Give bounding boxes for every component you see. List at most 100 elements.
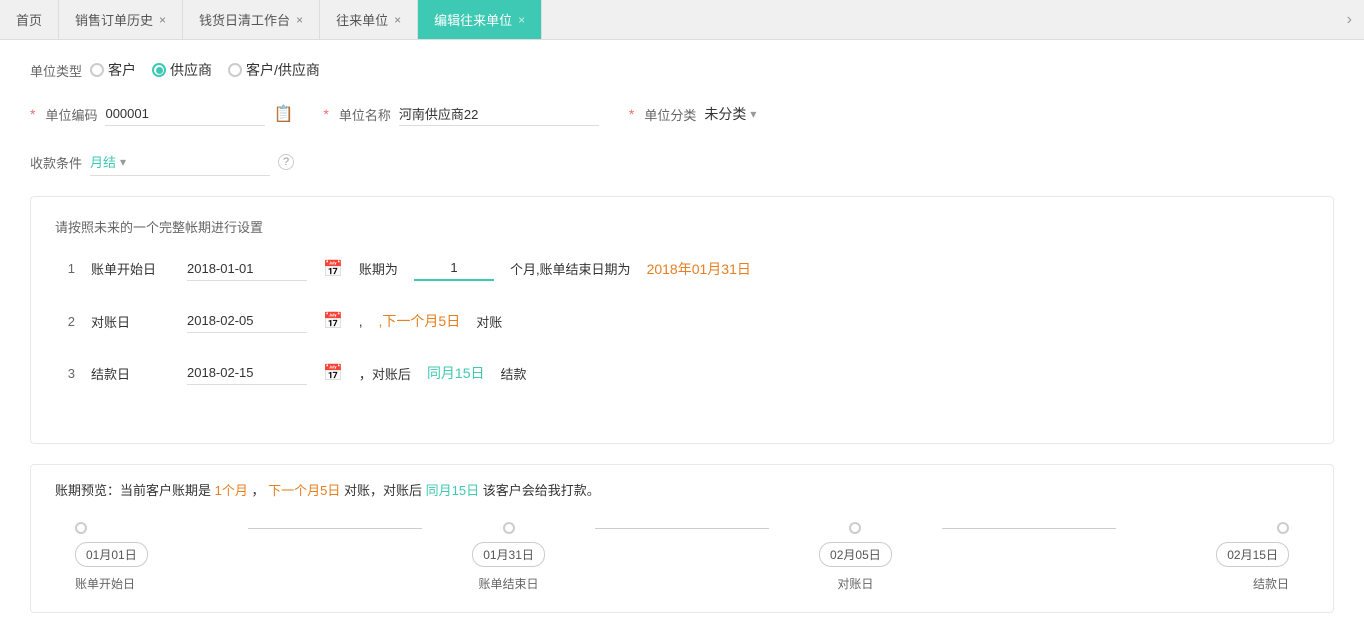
row-1-date-input[interactable] xyxy=(187,257,307,281)
radio-both-label: 客户/供应商 xyxy=(246,60,320,80)
unit-name-group: * 单位名称 xyxy=(323,102,598,126)
close-sales-history-icon[interactable]: × xyxy=(159,13,166,27)
timeline-item-1: 01月01日 账单开始日 xyxy=(75,522,248,592)
radio-supplier-label: 供应商 xyxy=(170,60,212,80)
timeline-dot-2 xyxy=(503,522,515,534)
timeline-dot-3 xyxy=(849,522,861,534)
unit-category-group: * 单位分类 未分类 ▾ xyxy=(629,100,824,128)
unit-category-required: * xyxy=(629,106,634,122)
row-1-suffix2: 个月,账单结束日期为 xyxy=(510,259,631,278)
row-1-number: 1 xyxy=(55,261,75,276)
tab-sales-history-label: 销售订单历史 xyxy=(75,10,153,29)
timeline-item-4: 02月15日 结款日 xyxy=(1116,522,1289,592)
preview-mid1: ， xyxy=(252,483,265,498)
payment-terms-label: 收款条件 xyxy=(30,153,82,172)
row-2-calendar-icon[interactable]: 📅 xyxy=(323,311,343,331)
unit-info-row: * 单位编码 📋 * 单位名称 * 单位分类 未分类 ▾ xyxy=(30,100,1334,128)
tab-bar: 首页 销售订单历史 × 钱货日清工作台 × 往来单位 × 编辑往来单位 × › xyxy=(0,0,1364,40)
payment-terms-help-icon[interactable]: ? xyxy=(278,154,294,170)
row-1-calendar-icon[interactable]: 📅 xyxy=(323,259,343,279)
close-partner-list-icon[interactable]: × xyxy=(394,13,401,27)
unit-type-group: 单位类型 客户 供应商 客户/供应商 xyxy=(30,60,320,80)
timeline: 01月01日 账单开始日 01月31日 账单结束日 02月05日 对账日 xyxy=(55,522,1309,592)
timeline-line-2 xyxy=(595,528,768,529)
timeline-label-2: 账单结束日 xyxy=(479,575,539,592)
timeline-dot-4 xyxy=(1277,522,1289,534)
unit-code-label: 单位编码 xyxy=(45,105,97,124)
row-2-prefix: , xyxy=(359,314,363,329)
unit-type-row: 单位类型 客户 供应商 客户/供应商 xyxy=(30,60,1334,80)
timeline-dot-1 xyxy=(75,522,87,534)
tab-cashflow-label: 钱货日清工作台 xyxy=(199,10,290,29)
row-3-highlight: 同月15日 xyxy=(427,363,485,383)
timeline-item-3: 02月05日 对账日 xyxy=(769,522,942,592)
radio-supplier-circle xyxy=(152,63,166,77)
row-1-highlight: 2018年01月31日 xyxy=(647,259,751,279)
unit-name-required: * xyxy=(323,106,328,122)
row-3-number: 3 xyxy=(55,366,75,381)
row-2-date-input[interactable] xyxy=(187,309,307,333)
row-3-calendar-icon[interactable]: 📅 xyxy=(323,363,343,383)
radio-customer-circle xyxy=(90,63,104,77)
payment-terms-value: 月结 xyxy=(90,152,116,171)
unit-category-select[interactable]: 未分类 ▾ xyxy=(704,100,824,128)
tab-home[interactable]: 首页 xyxy=(0,0,59,39)
row-3-date-input[interactable] xyxy=(187,361,307,385)
unit-name-input[interactable] xyxy=(399,102,599,126)
radio-both[interactable]: 客户/供应商 xyxy=(228,60,320,80)
unit-type-label: 单位类型 xyxy=(30,61,82,80)
unit-code-icon[interactable]: 📋 xyxy=(273,104,293,124)
unit-type-radio-group: 客户 供应商 客户/供应商 xyxy=(90,60,320,80)
preview-text: 账期预览：当前客户账期是 1个月 ， 下一个月5日 对账，对账后 同月15日 该… xyxy=(55,481,1309,502)
row-2-highlight: ,下一个月5日 xyxy=(379,311,461,331)
tab-partner-list[interactable]: 往来单位 × xyxy=(320,0,418,39)
setting-row-3: 3 结款日 📅 ，对账后 同月15日 结款 xyxy=(55,361,1309,385)
unit-category-value: 未分类 xyxy=(704,104,746,124)
payment-terms-group: 收款条件 月结 ▾ ? xyxy=(30,148,294,176)
timeline-line-1 xyxy=(248,528,421,529)
settings-title: 请按照未来的一个完整帐期进行设置 xyxy=(55,217,1309,236)
tab-sales-history[interactable]: 销售订单历史 × xyxy=(59,0,183,39)
row-3-label: 结款日 xyxy=(91,364,171,383)
preview-highlight3: 同月15日 xyxy=(426,483,479,498)
row-2-number: 2 xyxy=(55,314,75,329)
timeline-badge-2: 01月31日 xyxy=(472,542,545,567)
timeline-items: 01月01日 账单开始日 01月31日 账单结束日 02月05日 对账日 xyxy=(75,522,1289,592)
payment-terms-select[interactable]: 月结 ▾ xyxy=(90,148,270,176)
tab-edit-partner[interactable]: 编辑往来单位 × xyxy=(418,0,542,39)
tab-cashflow[interactable]: 钱货日清工作台 × xyxy=(183,0,320,39)
setting-row-1: 1 账单开始日 📅 账期为 个月,账单结束日期为 2018年01月31日 xyxy=(55,256,1309,281)
payment-terms-arrow: ▾ xyxy=(120,155,126,169)
row-1-suffix1: 账期为 xyxy=(359,259,398,278)
preview-suffix: 该客户会给我打款。 xyxy=(483,483,600,498)
timeline-item-2: 01月31日 账单结束日 xyxy=(422,522,595,592)
close-cashflow-icon[interactable]: × xyxy=(296,13,303,27)
timeline-badge-4: 02月15日 xyxy=(1216,542,1289,567)
row-1-label: 账单开始日 xyxy=(91,259,171,278)
settings-box: 请按照未来的一个完整帐期进行设置 1 账单开始日 📅 账期为 个月,账单结束日期… xyxy=(30,196,1334,444)
preview-highlight2: 下一个月5日 xyxy=(268,483,340,498)
row-2-suffix: 对账 xyxy=(476,312,502,331)
radio-supplier[interactable]: 供应商 xyxy=(152,60,212,80)
main-content: 单位类型 客户 供应商 客户/供应商 * 单位编码 xyxy=(0,40,1364,633)
close-edit-partner-icon[interactable]: × xyxy=(518,13,525,27)
unit-code-input[interactable] xyxy=(105,102,265,126)
timeline-badge-3: 02月05日 xyxy=(819,542,892,567)
tab-partner-list-label: 往来单位 xyxy=(336,10,388,29)
tab-more-button[interactable]: › xyxy=(1335,0,1364,39)
timeline-badge-1: 01月01日 xyxy=(75,542,148,567)
period-input[interactable] xyxy=(414,256,494,281)
preview-prefix: 账期预览：当前客户账期是 xyxy=(55,483,211,498)
row-3-prefix: ，对账后 xyxy=(359,364,411,383)
timeline-label-4: 结款日 xyxy=(1253,575,1289,592)
radio-customer-label: 客户 xyxy=(108,60,136,80)
unit-category-label: 单位分类 xyxy=(644,105,696,124)
preview-mid2: 对账，对账后 xyxy=(344,483,422,498)
radio-customer[interactable]: 客户 xyxy=(90,60,136,80)
tab-edit-partner-label: 编辑往来单位 xyxy=(434,10,512,29)
row-3-suffix: 结款 xyxy=(501,364,527,383)
timeline-label-3: 对账日 xyxy=(837,575,873,592)
timeline-line-3 xyxy=(942,528,1115,529)
preview-highlight1: 1个月 xyxy=(215,483,248,498)
setting-row-2: 2 对账日 📅 , ,下一个月5日 对账 xyxy=(55,309,1309,333)
